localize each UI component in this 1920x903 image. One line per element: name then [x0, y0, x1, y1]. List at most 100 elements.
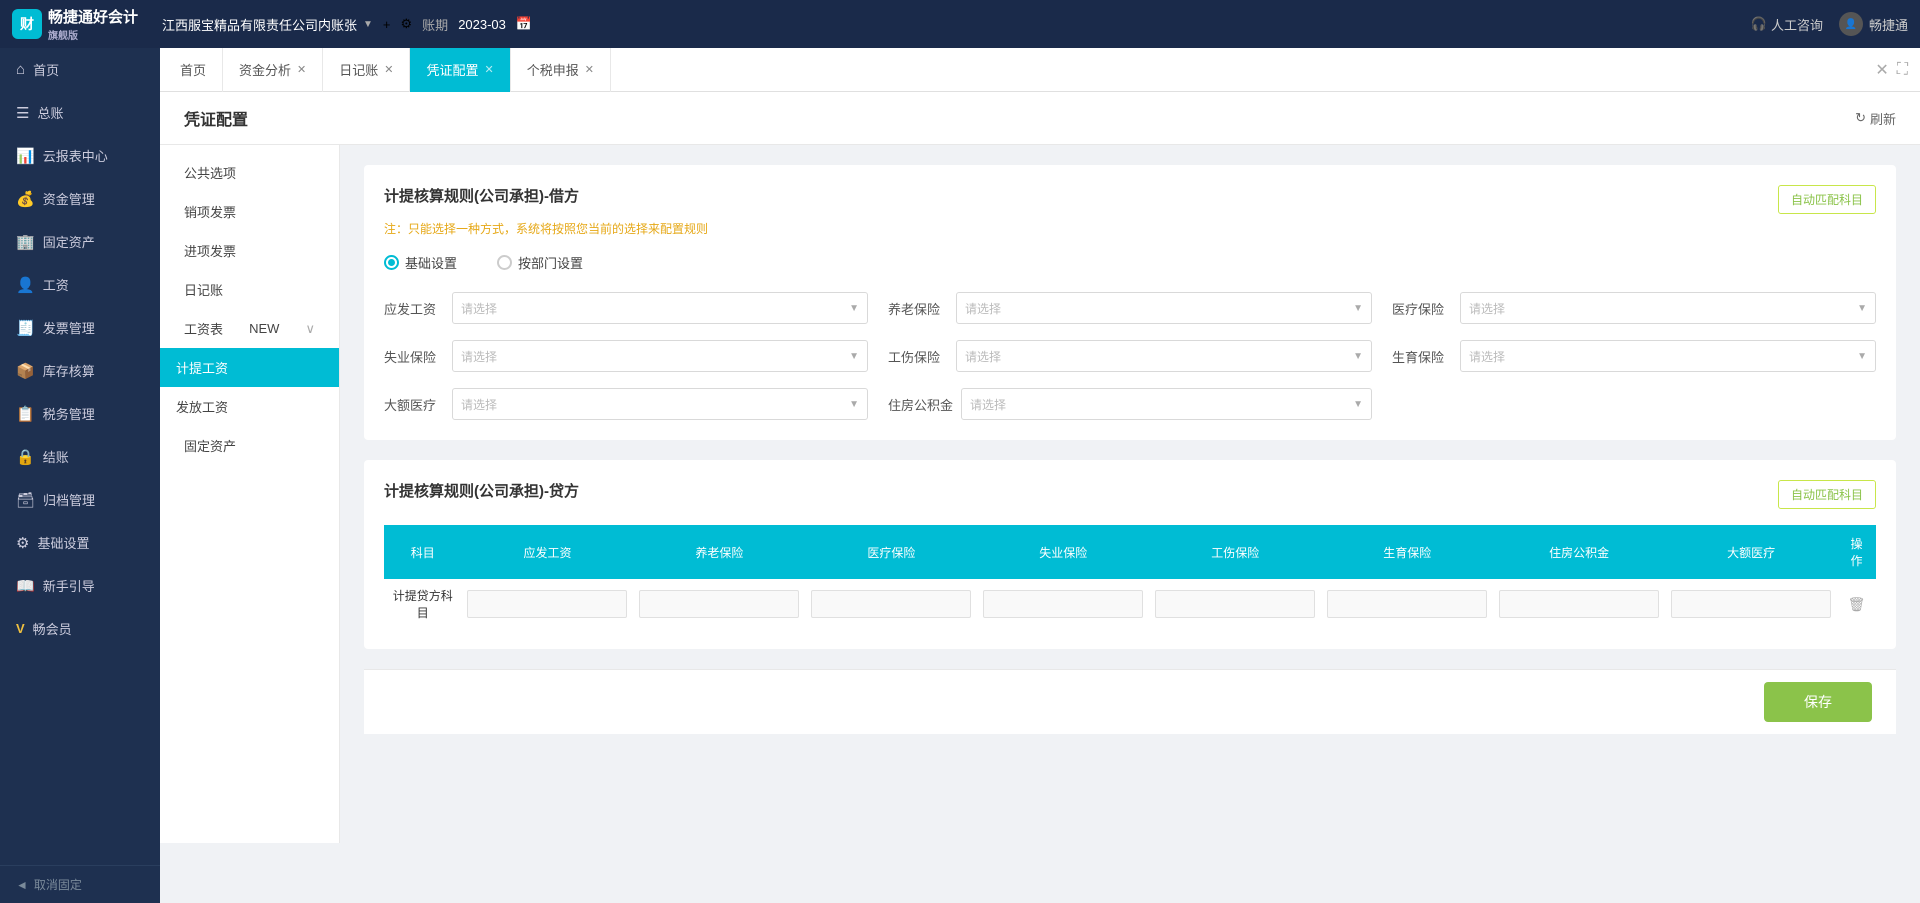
sidebar-item-inventory[interactable]: 📦 库存核算: [0, 349, 160, 392]
input-gongshang[interactable]: [1155, 590, 1315, 618]
capital-icon: 💰: [16, 190, 35, 208]
delete-row-button[interactable]: 🗑: [1848, 596, 1866, 612]
select-gongshang[interactable]: 请选择 ▼: [956, 340, 1372, 372]
logo-icon: 财: [12, 9, 42, 39]
auto-match-credit-button[interactable]: 自动匹配科目: [1778, 480, 1876, 509]
sidebar-item-capital[interactable]: 💰 资金管理: [0, 177, 160, 220]
left-nav-sales[interactable]: 销项发票: [160, 192, 339, 231]
logo-area: 财 畅捷通好会计 旗舰版: [12, 6, 152, 42]
input-shengyu[interactable]: [1327, 590, 1487, 618]
left-nav-purchase[interactable]: 进项发票: [160, 231, 339, 270]
row-label: 计提贷方科目: [384, 579, 461, 629]
select-daejy[interactable]: 请选择 ▼: [452, 388, 868, 420]
tab-close-voucher[interactable]: ✕: [485, 63, 494, 76]
vip-icon: V: [16, 621, 25, 636]
radio-dept[interactable]: 按部门设置: [497, 253, 583, 272]
credit-section: 计提核算规则(公司承担)-贷方 自动匹配科目 科目 应发工资 养老保险 医疗保险: [364, 460, 1896, 649]
select-shengyu[interactable]: 请选择 ▼: [1460, 340, 1876, 372]
settings-icon[interactable]: ⚙: [401, 16, 413, 32]
refresh-button[interactable]: ↻ 刷新: [1855, 109, 1896, 128]
save-button[interactable]: 保存: [1764, 682, 1872, 722]
user-area[interactable]: 👤 畅捷通: [1839, 12, 1908, 36]
select-shengyu-arrow: ▼: [1857, 351, 1867, 362]
left-nav-salary-table[interactable]: 工资表 NEW ∨: [160, 309, 339, 348]
tax-icon: 📋: [16, 405, 35, 423]
field-yanglao: 养老保险 请选择 ▼: [888, 292, 1372, 324]
settings-nav-icon: ⚙: [16, 534, 29, 552]
sidebar-item-reports[interactable]: 📊 云报表中心: [0, 134, 160, 177]
select-yiliao[interactable]: 请选择 ▼: [1460, 292, 1876, 324]
col-yiliao: 医疗保险: [805, 525, 977, 579]
expand-icon[interactable]: ⛶: [1897, 61, 1908, 79]
input-zhufang[interactable]: [1499, 590, 1659, 618]
sidebar-item-ledger[interactable]: ☰ 总账: [0, 91, 160, 134]
input-daejy[interactable]: [1671, 590, 1831, 618]
tab-capital[interactable]: 资金分析 ✕: [223, 48, 323, 92]
field-gongshang: 工伤保险 请选择 ▼: [888, 340, 1372, 372]
sidebar-item-tax[interactable]: 📋 税务管理: [0, 392, 160, 435]
inventory-icon: 📦: [16, 362, 35, 380]
sidebar-item-archive[interactable]: 🗃 归档管理: [0, 478, 160, 521]
left-nav-calc-salary[interactable]: 计提工资: [160, 348, 339, 387]
sidebar-label-capital: 资金管理: [43, 189, 95, 208]
field-shengyu: 生育保险 请选择 ▼: [1392, 340, 1876, 372]
left-nav-pay-salary[interactable]: 发放工资: [160, 387, 339, 426]
tab-tax[interactable]: 个税申报 ✕: [511, 48, 611, 92]
sidebar-item-settings[interactable]: ⚙ 基础设置: [0, 521, 160, 564]
left-nav-fixed-assets[interactable]: 固定资产: [160, 426, 339, 465]
company-selector[interactable]: 江西服宝精品有限责任公司内账张 ▼: [162, 15, 373, 34]
select-zhufang-placeholder: 请选择: [970, 396, 1006, 413]
sidebar-item-closing[interactable]: 🔒 结账: [0, 435, 160, 478]
tab-label-capital: 资金分析: [239, 60, 291, 79]
tab-voucher[interactable]: 凭证配置 ✕: [410, 48, 510, 92]
input-yingfa[interactable]: [467, 590, 627, 618]
select-yanglao[interactable]: 请选择 ▼: [956, 292, 1372, 324]
credit-table: 科目 应发工资 养老保险 医疗保险 失业保险 工伤保险 生育保险 住房公积金 大…: [384, 525, 1876, 629]
guide-icon: 📖: [16, 577, 35, 595]
sidebar-label-salary: 工资: [43, 275, 69, 294]
calendar-icon[interactable]: 📅: [516, 16, 532, 32]
close-tab-icon[interactable]: ✕: [1875, 60, 1888, 80]
sidebar-label-archive: 归档管理: [43, 490, 95, 509]
tab-close-journal[interactable]: ✕: [384, 63, 393, 76]
sidebar-label-inventory: 库存核算: [43, 361, 95, 380]
sidebar-item-salary[interactable]: 👤 工资: [0, 263, 160, 306]
field-shiye: 失业保险 请选择 ▼: [384, 340, 868, 372]
new-badge: NEW: [249, 321, 279, 336]
sidebar-item-fixed[interactable]: 🏢 固定资产: [0, 220, 160, 263]
table-row: 计提贷方科目 🗑: [384, 579, 1876, 629]
select-shiye[interactable]: 请选择 ▼: [452, 340, 868, 372]
tab-home[interactable]: 首页: [164, 48, 223, 92]
left-nav-journal[interactable]: 日记账: [160, 270, 339, 309]
select-zhufang[interactable]: 请选择 ▼: [961, 388, 1372, 420]
select-yingfa[interactable]: 请选择 ▼: [452, 292, 868, 324]
select-gongshang-placeholder: 请选择: [965, 348, 1001, 365]
sidebar-item-invoice[interactable]: 🧾 发票管理: [0, 306, 160, 349]
col-yingfa: 应发工资: [461, 525, 633, 579]
tab-close-capital[interactable]: ✕: [297, 63, 306, 76]
tab-label-voucher: 凭证配置: [426, 60, 478, 79]
add-button[interactable]: +: [383, 17, 391, 32]
radio-basic[interactable]: 基础设置: [384, 253, 457, 272]
tab-label-home: 首页: [180, 60, 206, 79]
input-yiliao[interactable]: [811, 590, 971, 618]
auto-match-debit-button[interactable]: 自动匹配科目: [1778, 185, 1876, 214]
field-daejy: 大额医疗 请选择 ▼: [384, 388, 868, 420]
cancel-pin-button[interactable]: ◄ 取消固定: [0, 865, 160, 903]
support-button[interactable]: 🎧 人工咨询: [1751, 15, 1823, 34]
input-shiye[interactable]: [983, 590, 1143, 618]
tab-journal[interactable]: 日记账 ✕: [323, 48, 410, 92]
sidebar-item-vip[interactable]: V 畅会员: [0, 607, 160, 650]
page-header: 凭证配置 ↻ 刷新: [160, 92, 1920, 145]
sidebar-item-home[interactable]: ⌂ 首页: [0, 48, 160, 91]
credit-section-title: 计提核算规则(公司承担)-贷方: [384, 480, 579, 501]
field-yiliao: 医疗保险 请选择 ▼: [1392, 292, 1876, 324]
tab-close-tax[interactable]: ✕: [585, 63, 594, 76]
sidebar-label-ledger: 总账: [37, 103, 63, 122]
left-nav-common[interactable]: 公共选项: [160, 153, 339, 192]
app-edition: 旗舰版: [48, 27, 138, 42]
cell-shengyu: [1321, 579, 1493, 629]
sidebar-item-guide[interactable]: 📖 新手引导: [0, 564, 160, 607]
input-yanglao[interactable]: [639, 590, 799, 618]
cell-shiye: [977, 579, 1149, 629]
